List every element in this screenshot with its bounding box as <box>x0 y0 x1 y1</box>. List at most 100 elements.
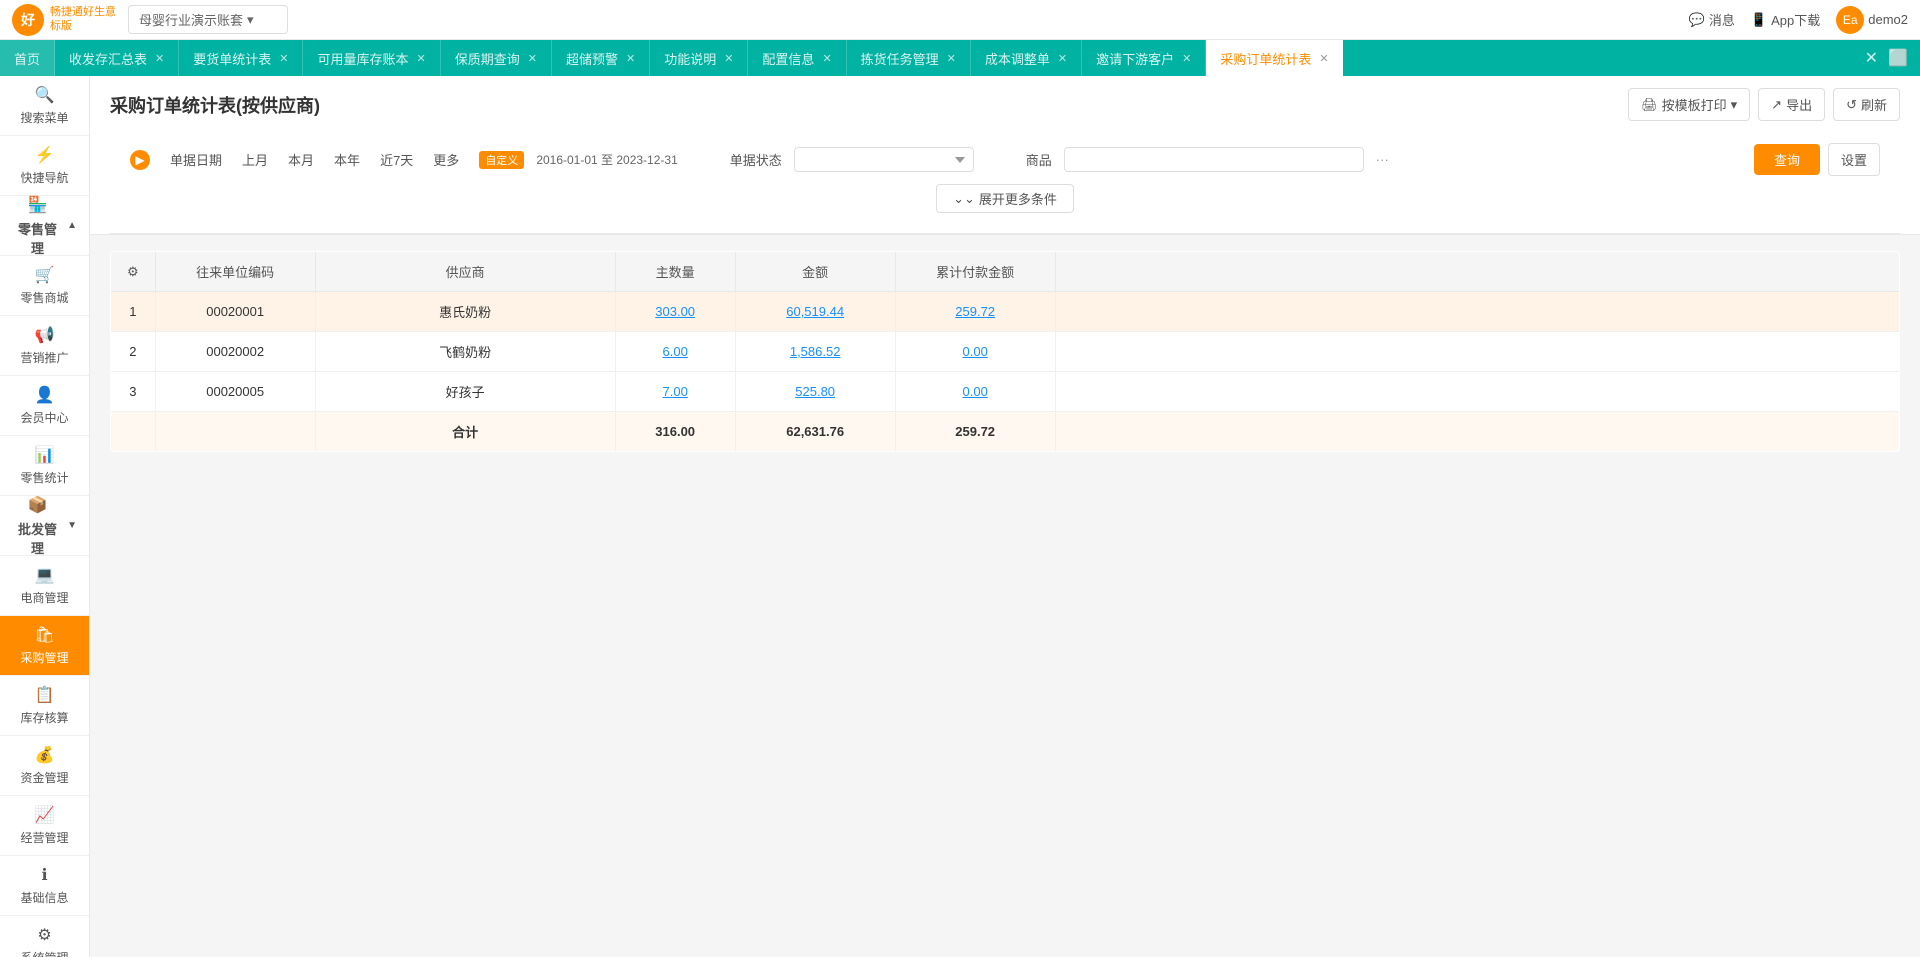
table-row[interactable]: 2 00020002 飞鹤奶粉 6.00 1,586.52 0.00 <box>111 332 1900 372</box>
row-code: 00020005 <box>155 372 315 412</box>
sidebar-item-quick-nav[interactable]: ⚡ 快捷导航 <box>0 136 89 196</box>
nav-selector[interactable]: 母婴行业演示账套 ▾ <box>128 5 288 34</box>
tab-config-info[interactable]: 配置信息 ✕ <box>748 40 846 76</box>
wholesale-icon: 📦 <box>28 495 48 515</box>
table-container: ⚙ 往来单位编码 供应商 主数量 金额 累计付款金额 1 00020001 <box>90 235 1920 468</box>
tab-cost-adjust[interactable]: 成本调整单 ✕ <box>971 40 1082 76</box>
tab-inventory-account[interactable]: 可用量库存账本 ✕ <box>303 40 440 76</box>
sidebar-item-inventory[interactable]: 📋 库存核算 <box>0 676 89 736</box>
refresh-button[interactable]: ↺ 刷新 <box>1833 88 1900 121</box>
tab-invite-downstream[interactable]: 邀请下游客户 ✕ <box>1082 40 1206 76</box>
tab-home[interactable]: 首页 <box>0 40 55 76</box>
sidebar-item-operations[interactable]: 📈 经营管理 <box>0 796 89 856</box>
expand-row: ⌄⌄ 展开更多条件 <box>130 176 1880 221</box>
row-code: 00020001 <box>155 292 315 332</box>
export-button[interactable]: ↗ 导出 <box>1758 88 1825 121</box>
store-icon: 🛒 <box>35 265 55 285</box>
goods-input[interactable] <box>1064 147 1364 172</box>
chevron-down-icon: ▼ <box>67 520 77 531</box>
date-shortcuts: 上月 本月 本年 近7天 更多 <box>234 148 467 171</box>
sidebar-item-ecommerce[interactable]: 💻 电商管理 <box>0 556 89 616</box>
shortcut-last-month[interactable]: 上月 <box>234 148 276 171</box>
settings-col-header[interactable]: ⚙ <box>111 252 156 292</box>
row-amount: 1,586.52 <box>735 332 895 372</box>
download-icon: 📱 <box>1751 12 1767 28</box>
message-button[interactable]: 💬 消息 <box>1689 10 1735 29</box>
search-button[interactable]: 查询 <box>1754 144 1820 175</box>
filter-toggle-button[interactable]: ▶ <box>130 150 150 170</box>
print-icon: 🖨 <box>1641 97 1658 113</box>
tab-close-overstock[interactable]: ✕ <box>626 52 635 65</box>
tab-function-desc[interactable]: 功能说明 ✕ <box>650 40 748 76</box>
tab-close-function[interactable]: ✕ <box>724 52 733 65</box>
shortcut-this-month[interactable]: 本月 <box>280 148 322 171</box>
sidebar-item-wholesale[interactable]: 📦 批发管理 ▼ <box>0 496 89 556</box>
shortcut-7days[interactable]: 近7天 <box>372 148 421 171</box>
template-print-button[interactable]: 🖨 按模板打印 ▾ <box>1628 88 1750 121</box>
tab-close-invite[interactable]: ✕ <box>1182 52 1191 65</box>
search-icon: 🔍 <box>35 85 55 105</box>
date-filter-label: 单据日期 <box>170 150 222 169</box>
table-row[interactable]: 1 00020001 惠氏奶粉 303.00 60,519.44 259.72 <box>111 292 1900 332</box>
tab-shelf-life[interactable]: 保质期查询 ✕ <box>441 40 552 76</box>
message-icon: 💬 <box>1689 12 1705 28</box>
sidebar-item-retail-store[interactable]: 🛒 零售商城 <box>0 256 89 316</box>
tab-close-all-button[interactable]: ✕ <box>1861 44 1882 72</box>
settings-button[interactable]: 设置 <box>1828 143 1880 176</box>
sidebar-item-marketing[interactable]: 📢 营销推广 <box>0 316 89 376</box>
tab-restore-button[interactable]: ⬜ <box>1884 44 1912 72</box>
app-download-button[interactable]: 📱 App下载 <box>1751 10 1820 29</box>
gear-icon: ⚙ <box>37 925 51 945</box>
logo-text: 畅捷通好生意 标版 <box>50 6 116 32</box>
sidebar-item-system[interactable]: ⚙ 系统管理 <box>0 916 89 957</box>
main-layout: 🔍 搜索菜单 ⚡ 快捷导航 🏪 零售管理 ▲ 🛒 零售商城 📢 营销推广 👤 会… <box>0 76 1920 957</box>
shortcut-this-year[interactable]: 本年 <box>326 148 368 171</box>
footer-paid: 259.72 <box>895 412 1055 452</box>
sidebar-item-retail-stats[interactable]: 📊 零售统计 <box>0 436 89 496</box>
export-icon: ↗ <box>1771 97 1782 113</box>
logo-icon: 好 <box>12 4 44 36</box>
expand-more-button[interactable]: ⌄⌄ 展开更多条件 <box>936 184 1074 213</box>
chevron-down-icon: ▾ <box>247 12 254 28</box>
ellipsis-icon[interactable]: ··· <box>1376 152 1389 167</box>
column-settings-icon[interactable]: ⚙ <box>127 264 139 279</box>
tab-close-order-summary[interactable]: ✕ <box>279 52 288 65</box>
footer-label: 合计 <box>315 412 615 452</box>
marketing-icon: 📢 <box>35 325 55 345</box>
row-qty: 303.00 <box>615 292 735 332</box>
tab-close-receive-summary[interactable]: ✕ <box>155 52 164 65</box>
row-code: 00020002 <box>155 332 315 372</box>
status-select[interactable] <box>794 147 974 172</box>
sidebar-item-member[interactable]: 👤 会员中心 <box>0 376 89 436</box>
row-qty: 7.00 <box>615 372 735 412</box>
footer-amount: 62,631.76 <box>735 412 895 452</box>
custom-date-tag: 自定义 <box>479 151 524 169</box>
row-paid: 0.00 <box>895 332 1055 372</box>
sidebar-item-purchase[interactable]: 🛍 采购管理 <box>0 616 89 676</box>
tab-close-inventory[interactable]: ✕ <box>417 52 426 65</box>
tab-order-summary[interactable]: 要货单统计表 ✕ <box>179 40 303 76</box>
shortcut-more[interactable]: 更多 <box>425 148 467 171</box>
tab-close-shelf-life[interactable]: ✕ <box>528 52 537 65</box>
row-paid: 0.00 <box>895 372 1055 412</box>
tab-close-config[interactable]: ✕ <box>822 52 831 65</box>
tab-picking-task[interactable]: 拣货任务管理 ✕ <box>847 40 971 76</box>
tab-purchase-summary[interactable]: 采购订单统计表 ✕ <box>1206 40 1342 76</box>
tab-overstock[interactable]: 超储预警 ✕ <box>552 40 650 76</box>
sidebar-item-finance[interactable]: 💰 资金管理 <box>0 736 89 796</box>
tab-receive-summary[interactable]: 收发存汇总表 ✕ <box>55 40 179 76</box>
finance-icon: 💰 <box>35 745 55 765</box>
table-row[interactable]: 3 00020005 好孩子 7.00 525.80 0.00 <box>111 372 1900 412</box>
chevron-down-icon: ▾ <box>1731 97 1738 113</box>
user-menu[interactable]: Ea demo2 <box>1836 6 1908 34</box>
sidebar-item-basic-info[interactable]: ℹ 基础信息 <box>0 856 89 916</box>
row-supplier: 惠氏奶粉 <box>315 292 615 332</box>
tab-close-picking[interactable]: ✕ <box>947 52 956 65</box>
sidebar-item-retail[interactable]: 🏪 零售管理 ▲ <box>0 196 89 256</box>
tab-bar-controls: ✕ ⬜ <box>1853 44 1920 72</box>
chevron-up-icon: ▲ <box>67 220 77 231</box>
tab-close-purchase[interactable]: ✕ <box>1319 52 1328 65</box>
member-icon: 👤 <box>35 385 55 405</box>
sidebar-item-search[interactable]: 🔍 搜索菜单 <box>0 76 89 136</box>
tab-close-cost[interactable]: ✕ <box>1058 52 1067 65</box>
